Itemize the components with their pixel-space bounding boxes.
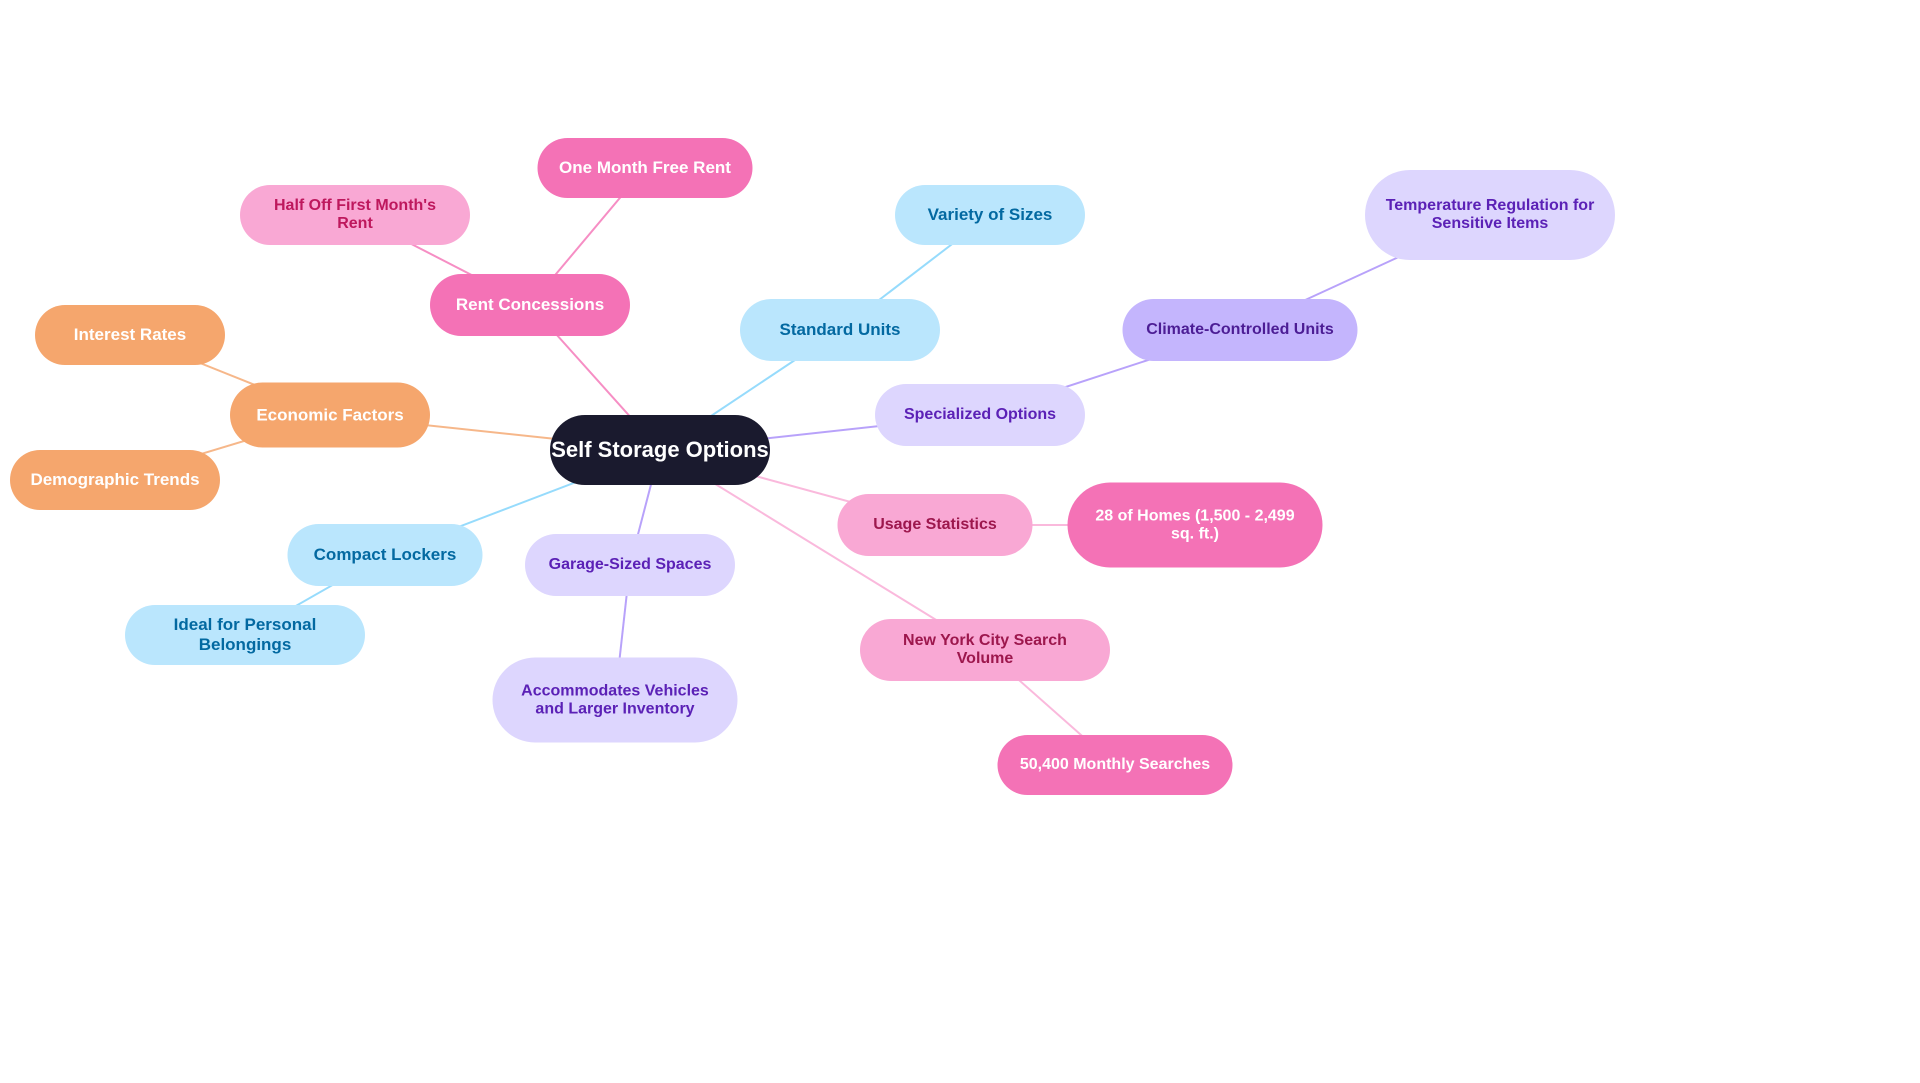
variety-of-sizes-node[interactable]: Variety of Sizes xyxy=(895,185,1085,245)
specialized-options-node[interactable]: Specialized Options xyxy=(875,384,1085,446)
accommodates-vehicles-node[interactable]: Accommodates Vehicles and Larger Invento… xyxy=(493,658,738,743)
ideal-personal-node[interactable]: Ideal for Personal Belongings xyxy=(125,605,365,665)
mindmap-container: Self Storage Options Economic FactorsInte… xyxy=(0,0,1920,1083)
usage-statistics-node[interactable]: Usage Statistics xyxy=(838,494,1033,556)
monthly-searches-node[interactable]: 50,400 Monthly Searches xyxy=(998,735,1233,795)
rent-concessions-node[interactable]: Rent Concessions xyxy=(430,274,630,336)
half-off-node[interactable]: Half Off First Month's Rent xyxy=(240,185,470,245)
nyc-search-node[interactable]: New York City Search Volume xyxy=(860,619,1110,681)
compact-lockers-node[interactable]: Compact Lockers xyxy=(288,524,483,586)
climate-controlled-node[interactable]: Climate-Controlled Units xyxy=(1123,299,1358,361)
economic-factors-node[interactable]: Economic Factors xyxy=(230,383,430,448)
temperature-regulation-node[interactable]: Temperature Regulation for Sensitive Ite… xyxy=(1365,170,1615,260)
demographic-trends-node[interactable]: Demographic Trends xyxy=(10,450,220,510)
center-node[interactable]: Self Storage Options xyxy=(550,415,770,485)
one-month-free-node[interactable]: One Month Free Rent xyxy=(538,138,753,198)
garage-sized-node[interactable]: Garage-Sized Spaces xyxy=(525,534,735,596)
interest-rates-node[interactable]: Interest Rates xyxy=(35,305,225,365)
standard-units-node[interactable]: Standard Units xyxy=(740,299,940,361)
28-homes-node[interactable]: 28 of Homes (1,500 - 2,499 sq. ft.) xyxy=(1068,483,1323,568)
